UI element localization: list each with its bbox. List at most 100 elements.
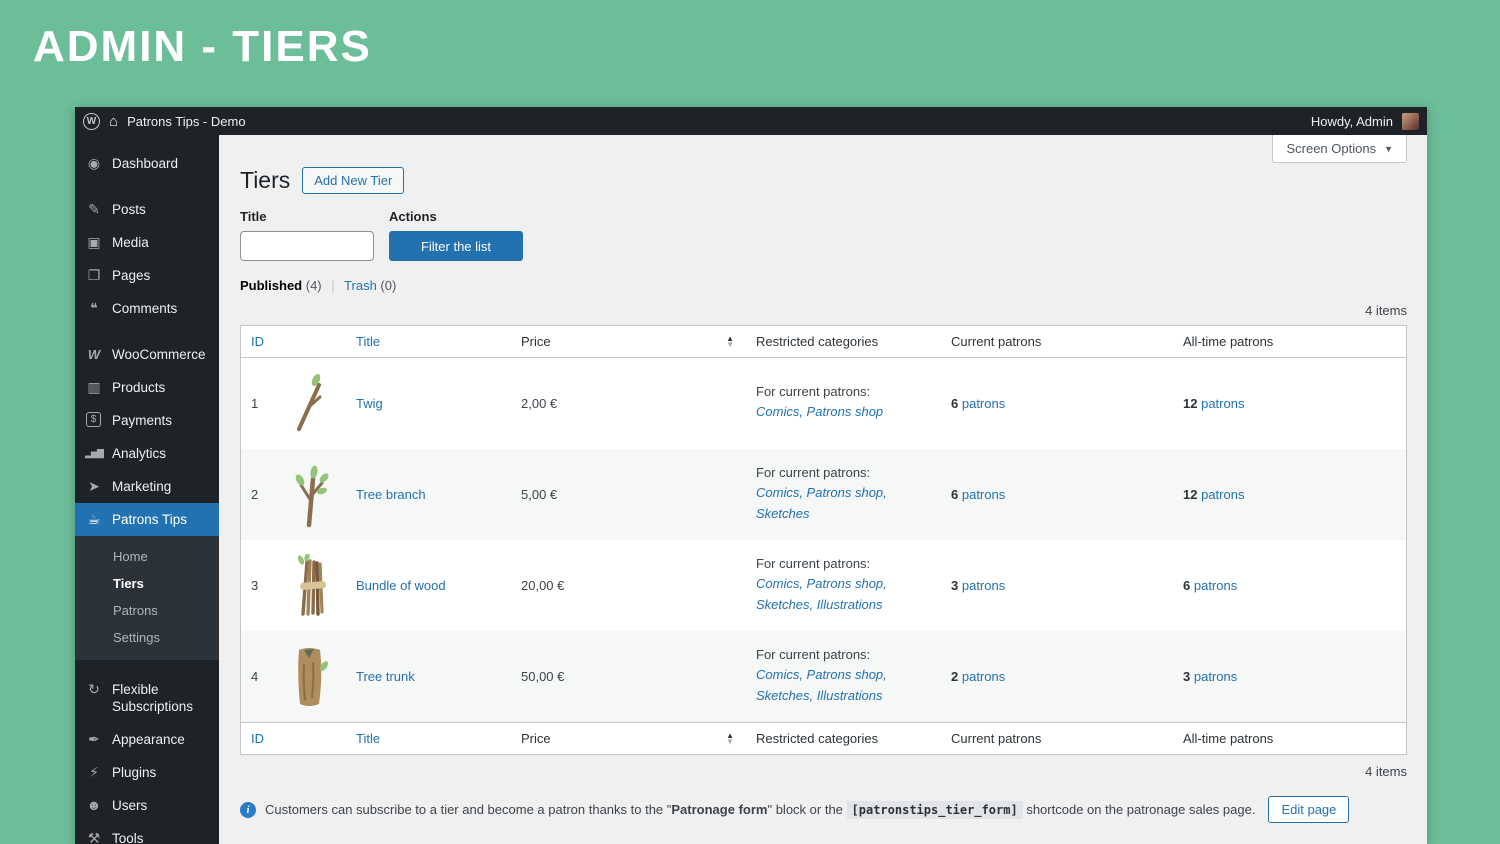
restricted-category-links[interactable]: Comics, Patrons shop, Sketches, Illustra… <box>756 574 935 614</box>
sort-arrows-icon[interactable]: ▲ ▼ <box>726 334 734 349</box>
tier-title-link[interactable]: Twig <box>356 396 383 411</box>
sidebar-item-payments[interactable]: $ Payments <box>75 404 219 437</box>
trash-filter-link[interactable]: Trash <box>344 278 377 293</box>
alltime-patrons-count: 3 <box>1183 669 1191 684</box>
sidebar-item-label: Users <box>112 798 148 813</box>
tier-price: 5,00 € <box>521 487 558 502</box>
sidebar-item-label: Analytics <box>112 446 167 461</box>
submenu-item-home[interactable]: Home <box>75 543 219 570</box>
sidebar-item-label: Payments <box>112 413 173 428</box>
page-banner-title: ADMIN - TIERS <box>33 22 372 71</box>
table-header: ID Title Price ▲ ▼ Restricted categories… <box>241 326 1406 358</box>
sidebar-item-products[interactable]: ▥ Products <box>75 371 219 404</box>
wordpress-logo-icon[interactable]: W <box>83 112 100 130</box>
sidebar-item-flexible-subscriptions[interactable]: ↻ Flexible Subscriptions <box>75 673 219 723</box>
add-new-tier-button[interactable]: Add New Tier <box>302 167 405 194</box>
tree-branch-thumbnail-image[interactable] <box>289 461 334 529</box>
column-header-title[interactable]: Title <box>348 326 513 357</box>
footer-column-title[interactable]: Title <box>348 723 513 754</box>
alltime-patrons-link[interactable]: 3 patrons <box>1183 669 1237 684</box>
page-title: Tiers <box>240 167 291 193</box>
sidebar-item-appearance[interactable]: ✒ Appearance <box>75 723 219 756</box>
trash-count: (0) <box>380 278 397 293</box>
current-patrons-label: patrons <box>961 669 1006 684</box>
current-patrons-link[interactable]: 2 patrons <box>951 669 1005 684</box>
table-row: 1 Twig 2,00 € For current patrons: Comic… <box>241 358 1406 449</box>
analytics-icon: ▂▅▇ <box>85 448 104 458</box>
sidebar-item-woocommerce[interactable]: W WooCommerce <box>75 338 219 371</box>
current-patrons-link[interactable]: 6 patrons <box>951 487 1005 502</box>
column-header-id[interactable]: ID <box>241 326 281 357</box>
tier-title-link[interactable]: Bundle of wood <box>356 578 446 593</box>
column-header-current-patrons: Current patrons <box>951 334 1042 349</box>
home-icon[interactable]: ⌂ <box>109 113 118 130</box>
screen-options-button[interactable]: Screen Options ▼ <box>1272 135 1407 163</box>
note-text: Customers can subscribe to a tier and be… <box>265 801 1256 819</box>
woocommerce-icon: W <box>87 347 101 362</box>
sidebar-item-posts[interactable]: ✎ Posts <box>75 193 219 226</box>
alltime-patrons-label: patrons <box>1193 578 1238 593</box>
restricted-heading: For current patrons: <box>756 465 871 481</box>
current-patrons-link[interactable]: 6 patrons <box>951 396 1005 411</box>
tier-title-link[interactable]: Tree branch <box>356 487 426 502</box>
main-content: Screen Options ▼ Tiers Add New Tier Titl… <box>219 135 1427 844</box>
bundle-of-wood-thumbnail-image[interactable] <box>289 553 334 618</box>
published-filter-link[interactable]: Published <box>240 278 302 293</box>
alltime-patrons-link[interactable]: 12 patrons <box>1183 487 1244 502</box>
sidebar-item-marketing[interactable]: ➤ Marketing <box>75 470 219 503</box>
restricted-category-links[interactable]: Comics, Patrons shop <box>756 402 935 422</box>
column-header-price[interactable]: Price <box>521 334 551 349</box>
sidebar-item-dashboard[interactable]: ◉ Dashboard <box>75 147 219 180</box>
user-avatar[interactable] <box>1402 112 1419 130</box>
site-name-link[interactable]: Patrons Tips - Demo <box>127 114 246 129</box>
current-patrons-count: 6 <box>951 396 959 411</box>
tier-title-link[interactable]: Tree trunk <box>356 669 415 684</box>
admin-bar: W ⌂ Patrons Tips - Demo Howdy, Admin <box>75 107 1427 135</box>
alltime-patrons-count: 12 <box>1183 487 1198 502</box>
tier-price: 50,00 € <box>521 669 565 684</box>
alltime-patrons-label: patrons <box>1201 396 1245 411</box>
sidebar-item-label: WooCommerce <box>112 347 206 362</box>
title-filter-label: Title <box>240 209 267 224</box>
sidebar-item-analytics[interactable]: ▂▅▇ Analytics <box>75 437 219 470</box>
alltime-patrons-link[interactable]: 6 patrons <box>1183 578 1237 593</box>
sort-desc-icon: ▼ <box>726 339 734 349</box>
column-header-restricted-categories: Restricted categories <box>756 334 879 349</box>
edit-page-button[interactable]: Edit page <box>1268 796 1350 823</box>
sidebar-item-patrons-tips[interactable]: ☕ Patrons Tips <box>75 503 228 536</box>
twig-thumbnail-image[interactable] <box>289 373 334 435</box>
sidebar-item-comments[interactable]: ❝ Comments <box>75 292 219 325</box>
footer-column-price[interactable]: Price <box>521 731 551 746</box>
note-text-suffix: shortcode on the patronage sales page. <box>1026 802 1256 817</box>
screen-options-label: Screen Options <box>1286 141 1377 156</box>
footer-column-thumb-spacer <box>281 731 348 747</box>
submenu-item-patrons[interactable]: Patrons <box>75 597 219 624</box>
tree-trunk-thumbnail-image[interactable] <box>289 644 331 710</box>
footer-column-id[interactable]: ID <box>241 723 281 754</box>
sidebar-item-tools[interactable]: ⚒ Tools <box>75 822 219 844</box>
sidebar-item-label: Products <box>112 380 166 395</box>
current-patrons-link[interactable]: 3 patrons <box>951 578 1005 593</box>
restricted-heading: For current patrons: <box>756 647 871 663</box>
sort-arrows-icon[interactable]: ▲ ▼ <box>726 731 734 745</box>
tier-price: 2,00 € <box>521 396 558 411</box>
filter-the-list-button[interactable]: Filter the list <box>389 231 523 261</box>
footer-column-restricted-categories: Restricted categories <box>756 731 879 746</box>
sidebar-item-plugins[interactable]: ⚡ Plugins <box>75 756 219 789</box>
submenu-item-tiers[interactable]: Tiers <box>75 570 219 597</box>
status-filter-links: Published (4) | Trash (0) <box>240 278 1407 293</box>
sidebar-item-media[interactable]: ▣ Media <box>75 226 219 259</box>
sidebar-item-pages[interactable]: ❐ Pages <box>75 259 219 292</box>
submenu-item-settings[interactable]: Settings <box>75 624 219 651</box>
title-filter-input[interactable] <box>240 231 374 261</box>
tier-id: 1 <box>251 396 259 411</box>
alltime-patrons-link[interactable]: 12 patrons <box>1183 396 1244 411</box>
sidebar-item-label: Dashboard <box>112 156 179 171</box>
alltime-patrons-label: patrons <box>1201 487 1245 502</box>
sidebar-item-label: Marketing <box>112 479 172 494</box>
posts-icon: ✎ <box>88 201 100 217</box>
sidebar-item-users[interactable]: ☻ Users <box>75 789 219 822</box>
restricted-category-links[interactable]: Comics, Patrons shop, Sketches, Illustra… <box>756 665 935 705</box>
howdy-admin-link[interactable]: Howdy, Admin <box>1311 114 1393 129</box>
restricted-category-links[interactable]: Comics, Patrons shop, Sketches <box>756 483 935 523</box>
